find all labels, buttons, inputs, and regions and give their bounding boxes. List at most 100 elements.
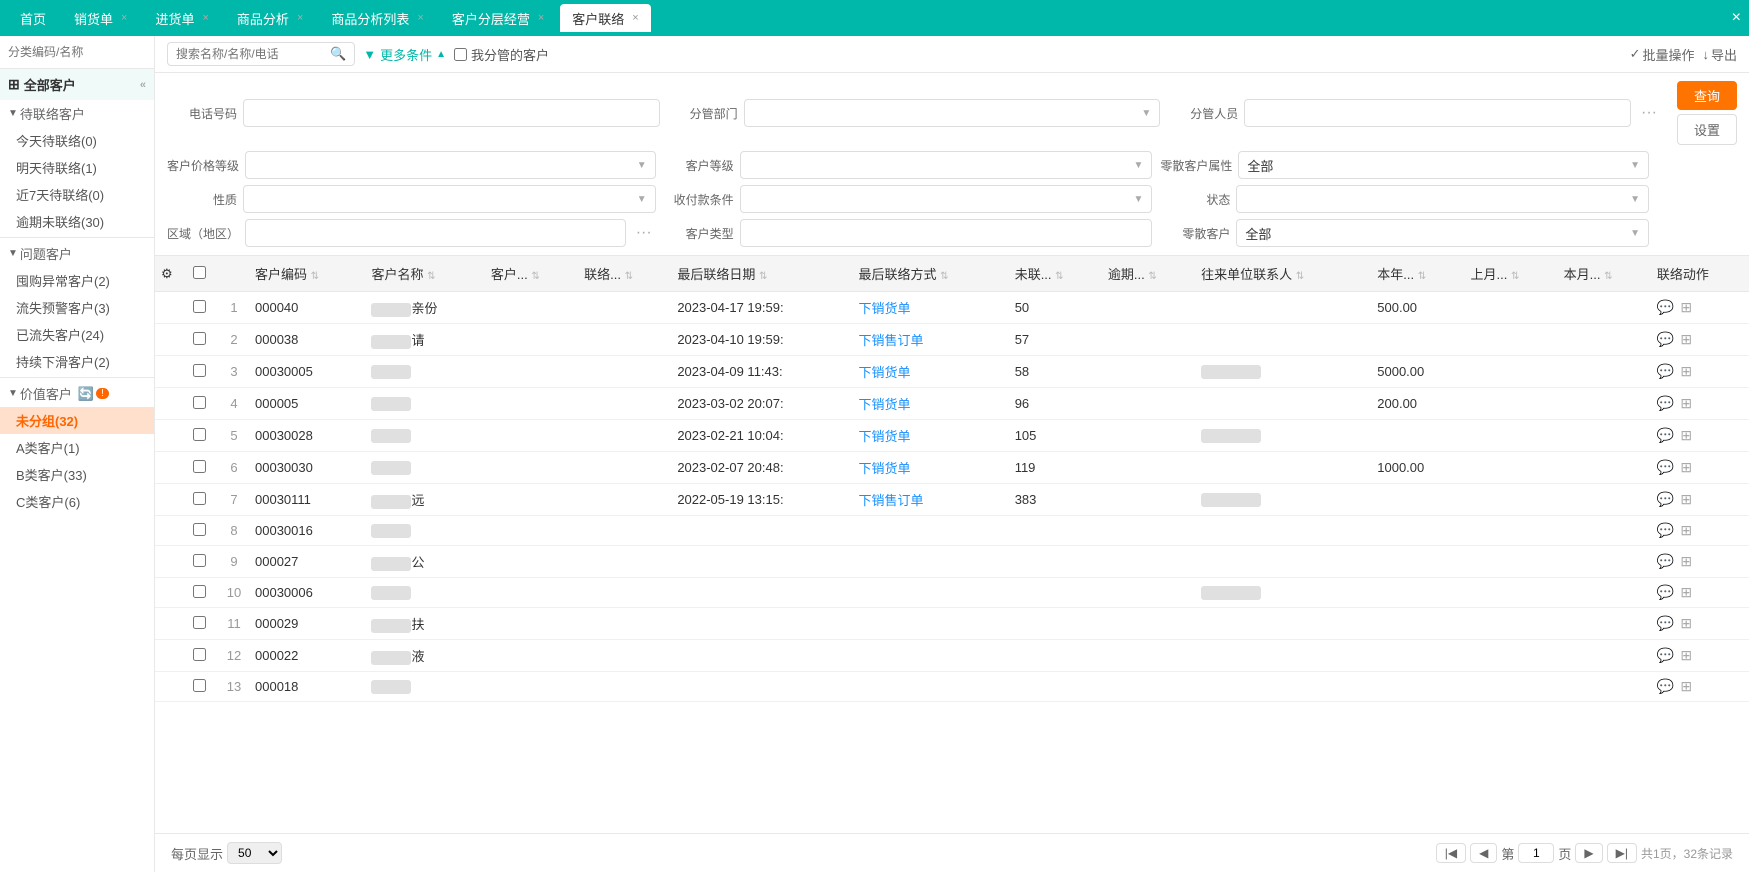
window-close-button[interactable]: × [1732, 9, 1741, 27]
comment-icon[interactable]: 💬 [1657, 615, 1674, 632]
cell-last-method[interactable]: 下销货单 [852, 356, 1008, 388]
contact-method-link[interactable]: 下销售订单 [858, 333, 923, 348]
grid-action-icon[interactable]: ⊞ [1680, 363, 1692, 380]
grid-action-icon[interactable]: ⊞ [1680, 331, 1692, 348]
sidebar-item-overdue[interactable]: 逾期未联络(30) [0, 208, 154, 235]
comment-icon[interactable]: 💬 [1657, 427, 1674, 444]
row-checkbox[interactable] [193, 679, 206, 692]
sidebar-search-input[interactable] [8, 45, 155, 59]
close-tab-customer-contact[interactable]: × [632, 12, 638, 24]
row-checkbox[interactable] [193, 364, 206, 377]
comment-icon[interactable]: 💬 [1657, 299, 1674, 316]
last-page-btn[interactable]: ▶| [1607, 843, 1637, 863]
grid-action-icon[interactable]: ⊞ [1680, 299, 1692, 316]
cell-checkbox[interactable] [187, 452, 219, 484]
comment-icon[interactable]: 💬 [1657, 331, 1674, 348]
grid-action-icon[interactable]: ⊞ [1680, 678, 1692, 695]
row-checkbox[interactable] [193, 332, 206, 345]
cell-checkbox[interactable] [187, 292, 219, 324]
grid-action-icon[interactable]: ⊞ [1680, 522, 1692, 539]
grid-action-icon[interactable]: ⊞ [1680, 553, 1692, 570]
sidebar-item-churned[interactable]: 已流失客户(24) [0, 321, 154, 348]
tab-purchase-order[interactable]: 进货单 × [143, 4, 220, 32]
cell-checkbox[interactable] [187, 672, 219, 702]
comment-icon[interactable]: 💬 [1657, 647, 1674, 664]
main-search-box[interactable]: 🔍 [167, 42, 355, 66]
collapse-icon[interactable]: « [140, 79, 146, 91]
cell-last-method[interactable]: 下销售订单 [852, 324, 1008, 356]
my-customers-check[interactable] [454, 48, 467, 61]
reset-btn[interactable]: 设置 [1677, 114, 1737, 145]
cell-last-method[interactable]: 下销货单 [852, 292, 1008, 324]
comment-icon[interactable]: 💬 [1657, 459, 1674, 476]
first-page-btn[interactable]: |◀ [1436, 843, 1466, 863]
sidebar-item-ungrouped[interactable]: 未分组(32) [0, 407, 154, 434]
tab-customer-segmentation[interactable]: 客户分层经营 × [440, 4, 556, 32]
select-all-checkbox[interactable] [193, 266, 206, 279]
contact-method-link[interactable]: 下销货单 [858, 397, 910, 412]
dept-select[interactable]: ▼ [744, 99, 1161, 127]
region-ellipsis[interactable]: ··· [632, 224, 656, 242]
retail-customer-select[interactable]: 全部 ▼ [1236, 219, 1649, 247]
sidebar-item-class-c[interactable]: C类客户(6) [0, 488, 154, 515]
customer-type-input[interactable] [740, 219, 1153, 247]
close-tab-product-list[interactable]: × [417, 12, 423, 24]
contact-method-link[interactable]: 下销售订单 [858, 493, 923, 508]
sidebar-item-7days[interactable]: 近7天待联络(0) [0, 181, 154, 208]
grid-action-icon[interactable]: ⊞ [1680, 615, 1692, 632]
comment-icon[interactable]: 💬 [1657, 584, 1674, 601]
cell-last-method[interactable] [852, 640, 1008, 672]
manager-input[interactable] [1244, 99, 1631, 127]
phone-input[interactable] [243, 99, 660, 127]
tab-customer-contact[interactable]: 客户联络 × [560, 4, 650, 32]
export-btn[interactable]: ↓ 导出 [1702, 45, 1737, 64]
prev-page-btn[interactable]: ◀ [1470, 843, 1497, 863]
cell-last-method[interactable] [852, 546, 1008, 578]
price-level-select[interactable]: ▼ [245, 151, 656, 179]
sidebar-group-problem[interactable]: ▼ 问题客户 [0, 240, 154, 267]
sidebar-item-churn-warning[interactable]: 流失预警客户(3) [0, 294, 154, 321]
cell-last-method[interactable] [852, 672, 1008, 702]
nature-select[interactable]: ▼ [243, 185, 656, 213]
cell-last-method[interactable]: 下销货单 [852, 452, 1008, 484]
sidebar-group-pending[interactable]: ▼ 待联络客户 [0, 100, 154, 127]
grid-action-icon[interactable]: ⊞ [1680, 647, 1692, 664]
cell-last-method[interactable] [852, 578, 1008, 608]
cell-last-method[interactable] [852, 608, 1008, 640]
sidebar-item-today[interactable]: 今天待联络(0) [0, 127, 154, 154]
row-checkbox[interactable] [193, 616, 206, 629]
cell-checkbox[interactable] [187, 608, 219, 640]
row-checkbox[interactable] [193, 300, 206, 313]
grid-action-icon[interactable]: ⊞ [1680, 459, 1692, 476]
contact-method-link[interactable]: 下销货单 [858, 301, 910, 316]
cell-last-method[interactable]: 下销售订单 [852, 484, 1008, 516]
sidebar-item-abnormal[interactable]: 囤购异常客户(2) [0, 267, 154, 294]
page-number-input[interactable] [1518, 843, 1554, 863]
close-tab-customer-seg[interactable]: × [538, 12, 544, 24]
contact-method-link[interactable]: 下销货单 [858, 429, 910, 444]
comment-icon[interactable]: 💬 [1657, 491, 1674, 508]
comment-icon[interactable]: 💬 [1657, 678, 1674, 695]
manager-ellipsis[interactable]: ··· [1637, 104, 1661, 122]
row-checkbox[interactable] [193, 396, 206, 409]
my-customers-checkbox[interactable]: 我分管的客户 [454, 45, 549, 64]
cell-last-method[interactable]: 下销货单 [852, 388, 1008, 420]
cell-checkbox[interactable] [187, 356, 219, 388]
cell-checkbox[interactable] [187, 546, 219, 578]
sidebar-item-tomorrow[interactable]: 明天待联络(1) [0, 154, 154, 181]
row-checkbox[interactable] [193, 523, 206, 536]
cell-checkbox[interactable] [187, 484, 219, 516]
cell-checkbox[interactable] [187, 324, 219, 356]
main-search-input[interactable] [176, 47, 326, 61]
sidebar-all-customers[interactable]: ⊞ 全部客户 « [0, 69, 154, 100]
customer-level-select[interactable]: ▼ [740, 151, 1153, 179]
payment-select[interactable]: ▼ [740, 185, 1153, 213]
comment-icon[interactable]: 💬 [1657, 395, 1674, 412]
retail-attr-select[interactable]: 全部 ▼ [1238, 151, 1649, 179]
close-tab-purchase[interactable]: × [202, 12, 208, 24]
col-settings[interactable]: ⚙ [155, 256, 187, 292]
grid-action-icon[interactable]: ⊞ [1680, 427, 1692, 444]
sidebar-group-value[interactable]: ▼ 价值客户 🔄 ! [0, 380, 154, 407]
tab-product-analysis-list[interactable]: 商品分析列表 × [319, 4, 435, 32]
batch-operations-btn[interactable]: ✓ 批量操作 [1630, 45, 1695, 64]
